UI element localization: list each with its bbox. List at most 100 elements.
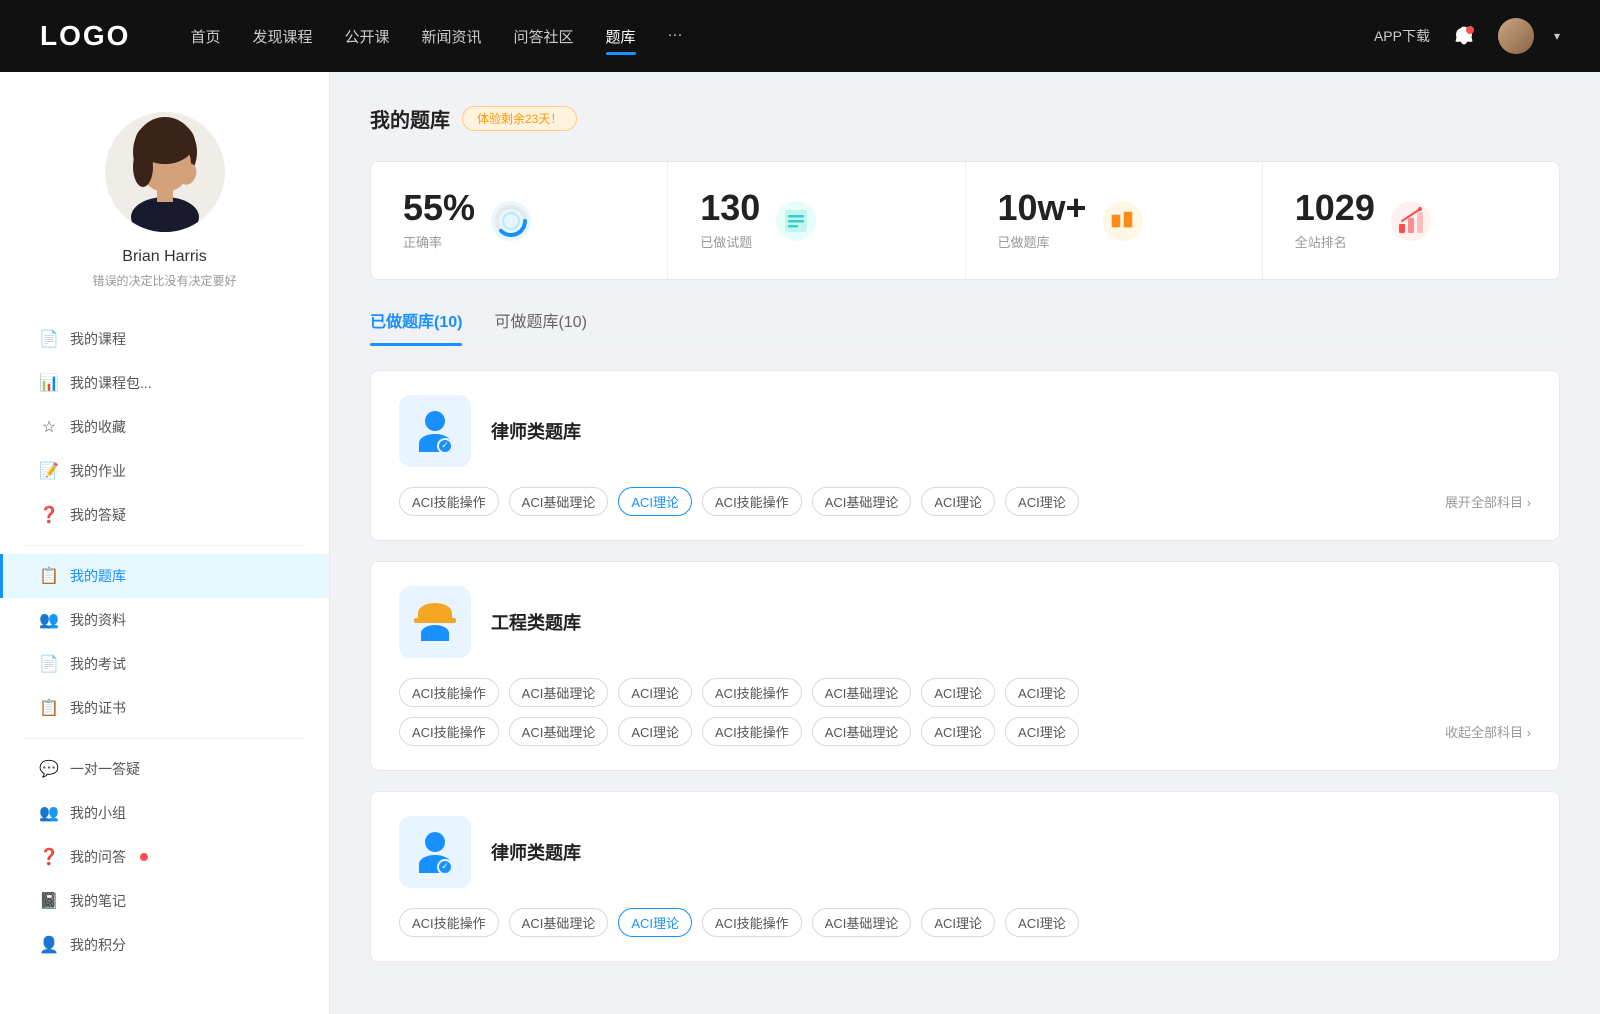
tutoring-icon: 💬 — [40, 760, 58, 778]
app-download-link[interactable]: APP下载 — [1374, 26, 1430, 46]
tab-done-banks[interactable]: 已做题库(10) — [370, 308, 462, 344]
nav-more[interactable]: ··· — [668, 22, 683, 51]
tag-eng2-6[interactable]: ACI理论 — [1005, 717, 1079, 746]
bank-card-lawyer: ✓ 律师类题库 ACI技能操作 ACI基础理论 ACI理论 ACI技能操作 AC… — [370, 370, 1560, 541]
tab-available-banks[interactable]: 可做题库(10) — [494, 308, 586, 344]
tag-eng2-2[interactable]: ACI理论 — [618, 717, 692, 746]
lawyer2-icon-head — [425, 832, 445, 852]
nav-home[interactable]: 首页 — [190, 22, 220, 51]
tag-lawyer2-3[interactable]: ACI技能操作 — [702, 908, 802, 937]
lawyer-icon-check: ✓ — [437, 438, 453, 454]
nav-links: 首页 发现课程 公开课 新闻资讯 问答社区 题库 ··· — [190, 22, 1334, 51]
sidebar-label-tutoring: 一对一答疑 — [70, 759, 140, 779]
sidebar-item-groups[interactable]: 👥 我的小组 — [0, 791, 329, 835]
nav-questionbank[interactable]: 题库 — [606, 22, 636, 51]
questions-icon: ❓ — [40, 848, 58, 866]
lawyer2-icon-check: ✓ — [437, 859, 453, 875]
tag-lawyer2-6[interactable]: ACI理论 — [1005, 908, 1079, 937]
nav-opencourse[interactable]: 公开课 — [344, 22, 389, 51]
sidebar-item-favorites[interactable]: ☆ 我的收藏 — [0, 405, 329, 449]
sidebar-item-materials[interactable]: 👥 我的资料 — [0, 598, 329, 642]
tag-lawyer2-5[interactable]: ACI理论 — [921, 908, 995, 937]
engineer-helmet-icon — [418, 603, 452, 641]
tag-lawyer-0[interactable]: ACI技能操作 — [399, 487, 499, 516]
stat-done-questions: 130 已做试题 — [668, 162, 965, 279]
sidebar-label-notes: 我的笔记 — [70, 891, 126, 911]
tag-eng-3[interactable]: ACI技能操作 — [702, 678, 802, 707]
sidebar-label-questionbank: 我的题库 — [70, 566, 126, 586]
notes-icon: 📓 — [40, 892, 58, 910]
sidebar-label-courses: 我的课程 — [70, 329, 126, 349]
profile-avatar — [105, 112, 225, 232]
nav-discover[interactable]: 发现课程 — [252, 22, 312, 51]
sidebar-item-courses[interactable]: 📄 我的课程 — [0, 317, 329, 361]
main-content: 我的题库 体验剩余23天！ 55% 正确率 — [330, 72, 1600, 1014]
tag-eng-4[interactable]: ACI基础理论 — [812, 678, 912, 707]
sidebar-menu: 📄 我的课程 📊 我的课程包... ☆ 我的收藏 📝 我的作业 ❓ 我的答疑 � — [0, 317, 329, 967]
user-menu-chevron-icon[interactable]: ▾ — [1554, 29, 1560, 43]
tag-eng-5[interactable]: ACI理论 — [921, 678, 995, 707]
sidebar-label-favorites: 我的收藏 — [70, 417, 126, 437]
expand-lawyer[interactable]: 展开全部科目 › — [1445, 492, 1531, 511]
bank-tags-engineering-row2: ACI技能操作 ACI基础理论 ACI理论 ACI技能操作 ACI基础理论 AC… — [399, 717, 1531, 746]
bank-name-lawyer-2: 律师类题库 — [491, 839, 581, 865]
tag-lawyer2-2[interactable]: ACI理论 — [618, 908, 692, 937]
profile-motto: 错误的决定比没有决定要好 — [92, 272, 236, 289]
bank-icon-lawyer: ✓ — [399, 395, 471, 467]
stat-done-questions-value: 130 — [700, 190, 760, 226]
bank-card-lawyer-header: ✓ 律师类题库 — [399, 395, 1531, 467]
rank-icon — [1391, 201, 1431, 241]
points-icon: 👤 — [40, 936, 58, 954]
lawyer2-person-icon: ✓ — [419, 832, 451, 873]
tag-lawyer2-4[interactable]: ACI基础理论 — [812, 908, 912, 937]
stat-rank-label: 全站排名 — [1295, 232, 1375, 251]
tag-eng2-5[interactable]: ACI理论 — [921, 717, 995, 746]
tag-eng-2[interactable]: ACI理论 — [618, 678, 692, 707]
sidebar-item-exams[interactable]: 📄 我的考试 — [0, 642, 329, 686]
sidebar: Brian Harris 错误的决定比没有决定要好 📄 我的课程 📊 我的课程包… — [0, 72, 330, 1014]
tag-eng-1[interactable]: ACI基础理论 — [509, 678, 609, 707]
tag-eng-6[interactable]: ACI理论 — [1005, 678, 1079, 707]
tag-eng-0[interactable]: ACI技能操作 — [399, 678, 499, 707]
nav-news[interactable]: 新闻资讯 — [422, 22, 482, 51]
tag-eng2-3[interactable]: ACI技能操作 — [702, 717, 802, 746]
stat-accuracy-label: 正确率 — [403, 232, 475, 251]
bank-tags-lawyer: ACI技能操作 ACI基础理论 ACI理论 ACI技能操作 ACI基础理论 AC… — [399, 487, 1531, 516]
tag-lawyer2-1[interactable]: ACI基础理论 — [509, 908, 609, 937]
sidebar-item-notes[interactable]: 📓 我的笔记 — [0, 879, 329, 923]
sidebar-label-course-packages: 我的课程包... — [70, 373, 152, 393]
sidebar-item-points[interactable]: 👤 我的积分 — [0, 923, 329, 967]
sidebar-item-qa[interactable]: ❓ 我的答疑 — [0, 493, 329, 537]
sidebar-item-questionbank[interactable]: 📋 我的题库 — [0, 554, 329, 598]
sidebar-label-homework: 我的作业 — [70, 461, 126, 481]
notification-bell-icon[interactable] — [1450, 22, 1478, 50]
tag-lawyer-2[interactable]: ACI理论 — [618, 487, 692, 516]
stat-done-banks-label: 已做题库 — [998, 232, 1087, 251]
stat-rank: 1029 全站排名 — [1263, 162, 1559, 279]
helmet-top — [418, 603, 452, 623]
tag-lawyer-1[interactable]: ACI基础理论 — [509, 487, 609, 516]
sidebar-item-course-packages[interactable]: 📊 我的课程包... — [0, 361, 329, 405]
nav-qa[interactable]: 问答社区 — [514, 22, 574, 51]
tag-lawyer-6[interactable]: ACI理论 — [1005, 487, 1079, 516]
user-avatar-nav[interactable] — [1498, 18, 1534, 54]
sidebar-item-certificates[interactable]: 📋 我的证书 — [0, 686, 329, 730]
sidebar-label-questions: 我的问答 — [70, 847, 126, 867]
tag-eng2-1[interactable]: ACI基础理论 — [509, 717, 609, 746]
tag-eng2-0[interactable]: ACI技能操作 — [399, 717, 499, 746]
tag-lawyer-3[interactable]: ACI技能操作 — [702, 487, 802, 516]
lawyer-person-icon: ✓ — [419, 411, 451, 452]
collapse-engineering[interactable]: 收起全部科目 › — [1445, 722, 1531, 741]
tag-eng2-4[interactable]: ACI基础理论 — [812, 717, 912, 746]
tag-lawyer-4[interactable]: ACI基础理论 — [812, 487, 912, 516]
sidebar-item-homework[interactable]: 📝 我的作业 — [0, 449, 329, 493]
sidebar-item-questions[interactable]: ❓ 我的问答 — [0, 835, 329, 879]
bank-icon-lawyer-2: ✓ — [399, 816, 471, 888]
page-header: 我的题库 体验剩余23天！ — [370, 104, 1560, 133]
bank-name-lawyer: 律师类题库 — [491, 418, 581, 444]
tag-lawyer-5[interactable]: ACI理论 — [921, 487, 995, 516]
bank-card-engineering: 工程类题库 ACI技能操作 ACI基础理论 ACI理论 ACI技能操作 ACI基… — [370, 561, 1560, 771]
stat-done-questions-label: 已做试题 — [700, 232, 760, 251]
sidebar-item-tutoring[interactable]: 💬 一对一答疑 — [0, 747, 329, 791]
tag-lawyer2-0[interactable]: ACI技能操作 — [399, 908, 499, 937]
